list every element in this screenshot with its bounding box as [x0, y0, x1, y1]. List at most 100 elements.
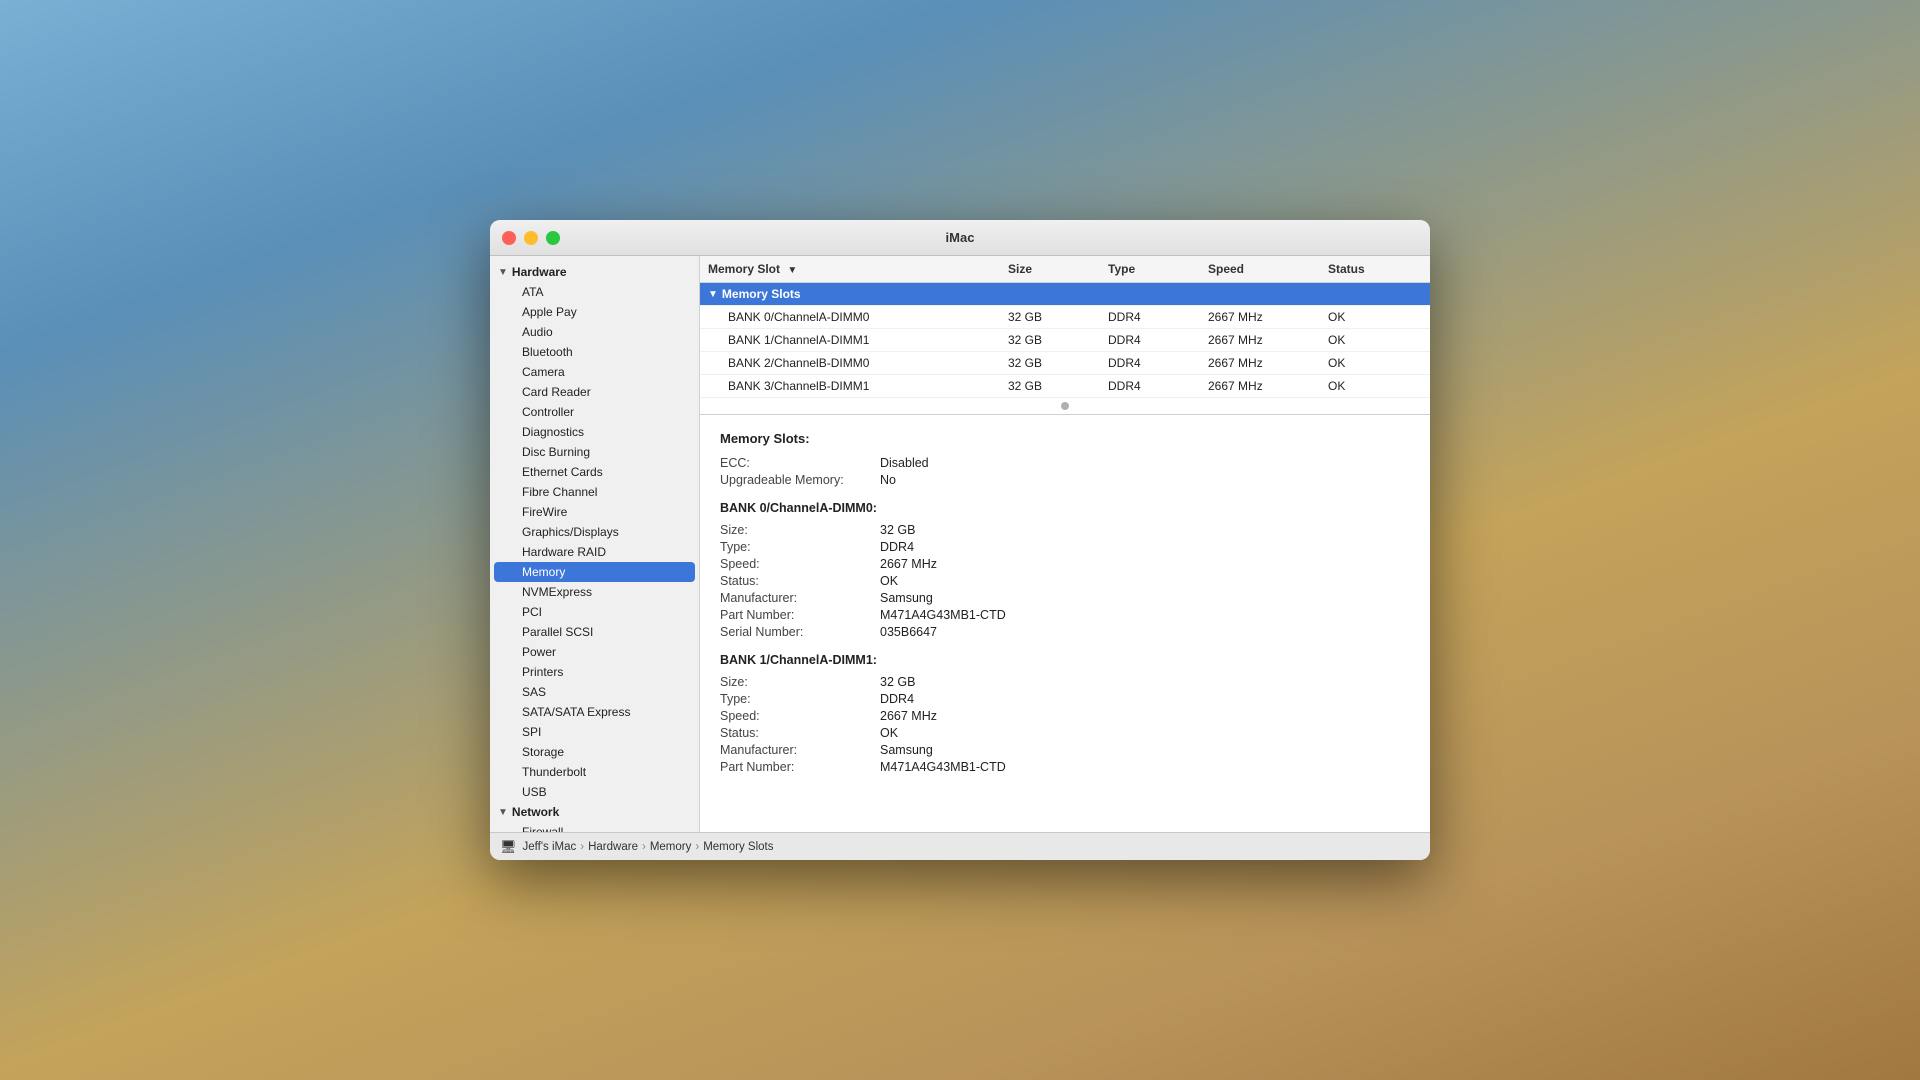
- table-row[interactable]: BANK 2/ChannelB-DIMM0 32 GB DDR4 2667 MH…: [700, 352, 1430, 375]
- sidebar-item-power[interactable]: Power: [494, 642, 695, 662]
- sidebar-item-camera[interactable]: Camera: [494, 362, 695, 382]
- sidebar-item-disc-burning[interactable]: Disc Burning: [494, 442, 695, 462]
- sidebar-hardware-header[interactable]: ▼ Hardware: [490, 262, 699, 282]
- cell-speed-1: 2667 MHz: [1200, 333, 1320, 347]
- sidebar-item-firewire[interactable]: FireWire: [494, 502, 695, 522]
- table-group-row[interactable]: ▼ Memory Slots: [700, 283, 1430, 306]
- scroll-dot: [1061, 402, 1069, 410]
- breadcrumb-sep-1: ›: [642, 841, 646, 853]
- cell-size-1: 32 GB: [1000, 333, 1100, 347]
- bank-0-serialnumber-row: Serial Number: 035B6647: [720, 625, 1410, 639]
- bank-0-size-label: Size:: [720, 523, 880, 537]
- sidebar-item-audio[interactable]: Audio: [494, 322, 695, 342]
- sidebar-item-ata[interactable]: ATA: [494, 282, 695, 302]
- bank-1-speed-label: Speed:: [720, 709, 880, 723]
- bank-0-type-value: DDR4: [880, 540, 914, 554]
- minimize-button[interactable]: [524, 231, 538, 245]
- sidebar-item-sas[interactable]: SAS: [494, 682, 695, 702]
- sidebar-network-header[interactable]: ▼ Network: [490, 802, 699, 822]
- sidebar-item-controller[interactable]: Controller: [494, 402, 695, 422]
- detail-value-ecc: Disabled: [880, 456, 929, 470]
- cell-speed-0: 2667 MHz: [1200, 310, 1320, 324]
- bank-0-partnumber-value: M471A4G43MB1-CTD: [880, 608, 1006, 622]
- cell-size-0: 32 GB: [1000, 310, 1100, 324]
- sidebar-item-fibre-channel[interactable]: Fibre Channel: [494, 482, 695, 502]
- sidebar-item-storage[interactable]: Storage: [494, 742, 695, 762]
- cell-slot-2: BANK 2/ChannelB-DIMM0: [700, 356, 1000, 370]
- cell-status-1: OK: [1320, 333, 1420, 347]
- cell-type-3: DDR4: [1100, 379, 1200, 393]
- hardware-arrow-icon: ▼: [498, 267, 508, 278]
- table-row[interactable]: BANK 0/ChannelA-DIMM0 32 GB DDR4 2667 MH…: [700, 306, 1430, 329]
- sidebar-item-spi[interactable]: SPI: [494, 722, 695, 742]
- detail-area[interactable]: Memory Slots: ECC: Disabled Upgradeable …: [700, 415, 1430, 832]
- bank-1-speed-value: 2667 MHz: [880, 709, 937, 723]
- table-row[interactable]: BANK 3/ChannelB-DIMM1 32 GB DDR4 2667 MH…: [700, 375, 1430, 398]
- sidebar-item-graphics-displays[interactable]: Graphics/Displays: [494, 522, 695, 542]
- sidebar-item-bluetooth[interactable]: Bluetooth: [494, 342, 695, 362]
- sidebar-item-apple-pay[interactable]: Apple Pay: [494, 302, 695, 322]
- bank-0-speed-label: Speed:: [720, 557, 880, 571]
- sidebar-item-ethernet-cards[interactable]: Ethernet Cards: [494, 462, 695, 482]
- title-bar: iMac: [490, 220, 1430, 256]
- bank-0-status-label: Status:: [720, 574, 880, 588]
- cell-speed-2: 2667 MHz: [1200, 356, 1320, 370]
- sidebar-item-nvmexpress[interactable]: NVMExpress: [494, 582, 695, 602]
- bank-1-size-value: 32 GB: [880, 675, 915, 689]
- bank-0-status-value: OK: [880, 574, 898, 588]
- sidebar-item-thunderbolt[interactable]: Thunderbolt: [494, 762, 695, 782]
- breadcrumb-part-2: Memory: [650, 841, 692, 853]
- network-arrow-icon: ▼: [498, 807, 508, 818]
- bank-1-speed-row: Speed: 2667 MHz: [720, 709, 1410, 723]
- sidebar-item-sata-express[interactable]: SATA/SATA Express: [494, 702, 695, 722]
- col-header-size[interactable]: Size: [1000, 262, 1100, 276]
- sidebar-item-memory[interactable]: Memory: [494, 562, 695, 582]
- sort-arrow-icon: ▼: [787, 265, 797, 276]
- bank-1-size-label: Size:: [720, 675, 880, 689]
- group-arrow-icon: ▼: [708, 289, 718, 300]
- bank-1-status-label: Status:: [720, 726, 880, 740]
- bank-0-partnumber-row: Part Number: M471A4G43MB1-CTD: [720, 608, 1410, 622]
- col-header-status[interactable]: Status: [1320, 262, 1420, 276]
- detail-section-title: Memory Slots:: [720, 431, 1410, 446]
- sidebar-item-parallel-scsi[interactable]: Parallel SCSI: [494, 622, 695, 642]
- detail-value-upgradeable: No: [880, 473, 896, 487]
- detail-label-ecc: ECC:: [720, 456, 880, 470]
- col-header-slot[interactable]: Memory Slot ▼: [700, 262, 1000, 276]
- bank-1-type-value: DDR4: [880, 692, 914, 706]
- cell-status-2: OK: [1320, 356, 1420, 370]
- breadcrumb-part-3: Memory Slots: [703, 841, 773, 853]
- sidebar-item-card-reader[interactable]: Card Reader: [494, 382, 695, 402]
- cell-slot-0: BANK 0/ChannelA-DIMM0: [700, 310, 1000, 324]
- main-window: iMac ▼ Hardware ATA Apple Pay Audio Blue…: [490, 220, 1430, 860]
- sidebar-item-firewall[interactable]: Firewall: [494, 822, 695, 832]
- sidebar-item-hardware-raid[interactable]: Hardware RAID: [494, 542, 695, 562]
- maximize-button[interactable]: [546, 231, 560, 245]
- bank-0-manufacturer-label: Manufacturer:: [720, 591, 880, 605]
- col-header-speed[interactable]: Speed: [1200, 262, 1320, 276]
- window-body: ▼ Hardware ATA Apple Pay Audio Bluetooth…: [490, 256, 1430, 832]
- detail-label-upgradeable: Upgradeable Memory:: [720, 473, 880, 487]
- table-row[interactable]: BANK 1/ChannelA-DIMM1 32 GB DDR4 2667 MH…: [700, 329, 1430, 352]
- bank-0-status-row: Status: OK: [720, 574, 1410, 588]
- bank-1-status-value: OK: [880, 726, 898, 740]
- cell-speed-3: 2667 MHz: [1200, 379, 1320, 393]
- close-button[interactable]: [502, 231, 516, 245]
- sidebar-item-pci[interactable]: PCI: [494, 602, 695, 622]
- sidebar-item-diagnostics[interactable]: Diagnostics: [494, 422, 695, 442]
- sidebar-item-printers[interactable]: Printers: [494, 662, 695, 682]
- cell-slot-1: BANK 1/ChannelA-DIMM1: [700, 333, 1000, 347]
- cell-size-3: 32 GB: [1000, 379, 1100, 393]
- scroll-indicator: [700, 398, 1430, 414]
- cell-slot-3: BANK 3/ChannelB-DIMM1: [700, 379, 1000, 393]
- bottom-bar: 🖥 Jeff's iMac › Hardware › Memory › Memo…: [490, 832, 1430, 860]
- cell-status-0: OK: [1320, 310, 1420, 324]
- detail-row-ecc: ECC: Disabled: [720, 456, 1410, 470]
- sidebar-hardware-label: Hardware: [512, 265, 567, 279]
- col-header-type[interactable]: Type: [1100, 262, 1200, 276]
- bank-1-partnumber-value: M471A4G43MB1-CTD: [880, 760, 1006, 774]
- bank-0-serialnumber-label: Serial Number:: [720, 625, 880, 639]
- sidebar-item-usb[interactable]: USB: [494, 782, 695, 802]
- bank-1-title: BANK 1/ChannelA-DIMM1:: [720, 653, 1410, 667]
- breadcrumb-sep-0: ›: [580, 841, 584, 853]
